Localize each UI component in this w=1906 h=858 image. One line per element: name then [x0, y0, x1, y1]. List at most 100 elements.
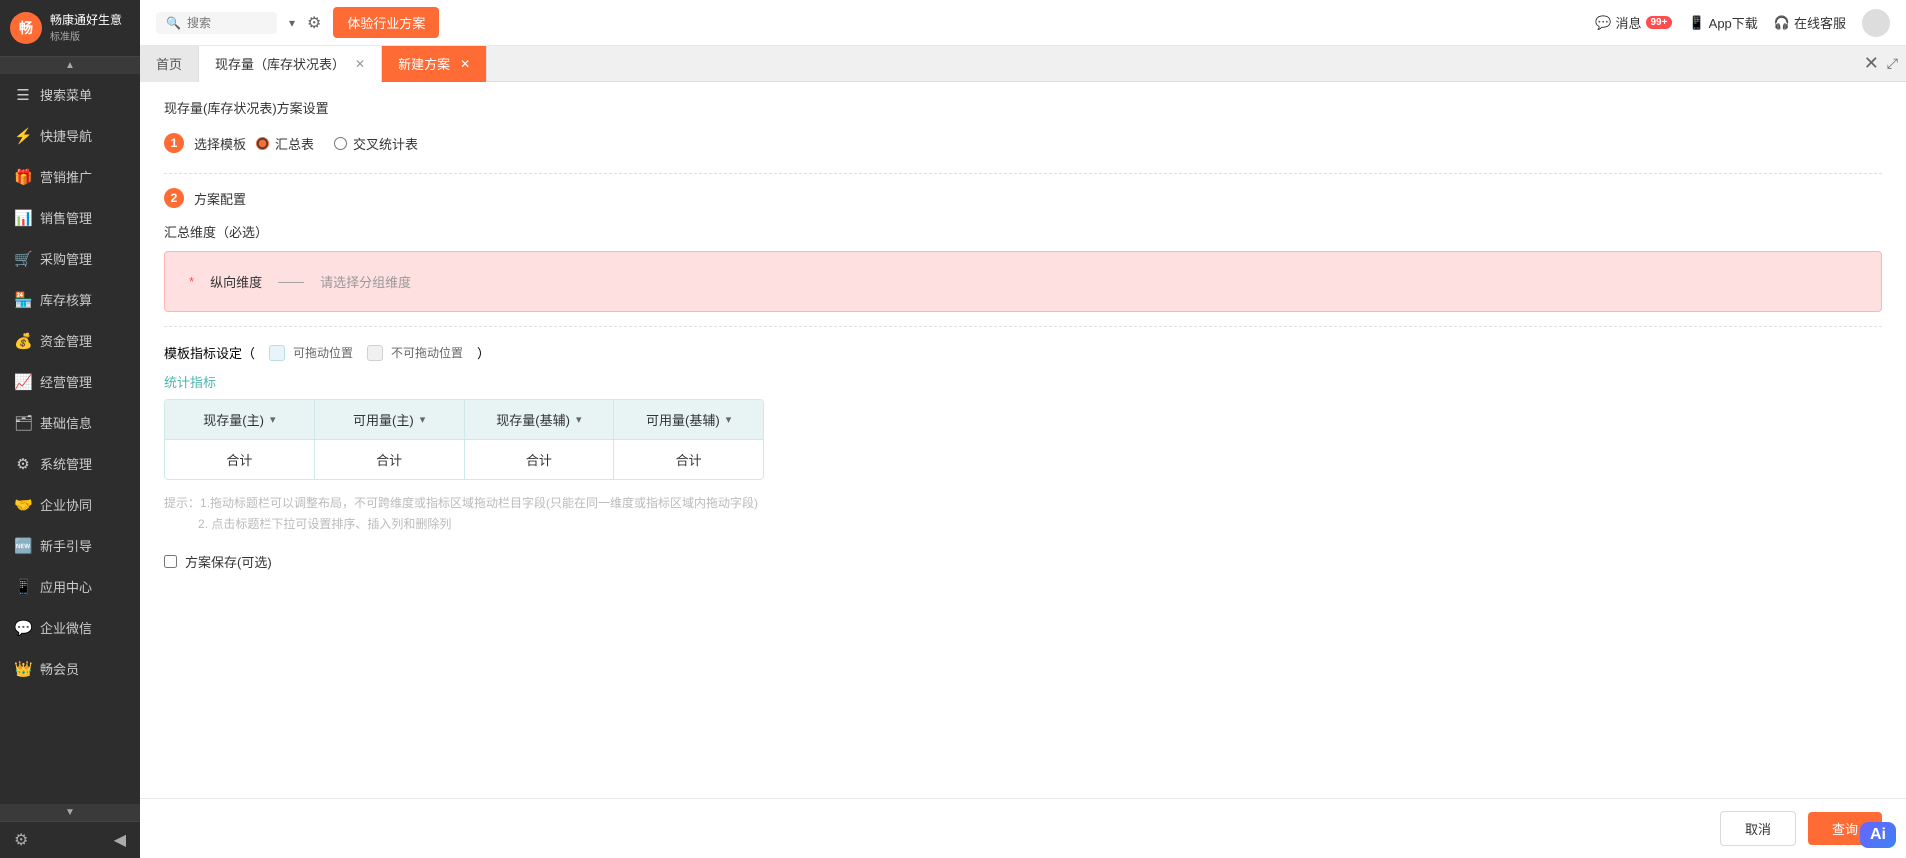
sidebar-settings-icon[interactable]: ⚙	[14, 830, 28, 850]
tabbar-close-icon[interactable]: ✕	[1864, 53, 1879, 74]
sidebar-item-快捷导航[interactable]: ⚡快捷导航	[0, 115, 140, 156]
topbar: 🔍 ▾ ⚙ 体验行业方案 💬 消息 99+ 📱 App下载 🎧 在线客服	[140, 0, 1906, 46]
sidebar-icon: ⚙	[14, 455, 32, 473]
tab-home[interactable]: 首页	[140, 46, 199, 82]
step2-section: 2 方案配置 汇总维度（必选） * 纵向维度 —— 请选择分组维度	[164, 188, 1882, 532]
message-badge: 99+	[1646, 16, 1673, 29]
tab-home-label: 首页	[156, 54, 182, 73]
industry-plan-button[interactable]: 体验行业方案	[333, 7, 439, 38]
topbar-message[interactable]: 💬 消息 99+	[1595, 13, 1672, 32]
sidebar-item-经营管理[interactable]: 📈经营管理	[0, 361, 140, 402]
sidebar-scroll-down[interactable]: ▼	[0, 804, 140, 821]
sidebar-item-label: 搜索菜单	[40, 85, 92, 104]
stat-body-col-3: 合计	[465, 440, 615, 479]
topbar-app-download[interactable]: 📱 App下载	[1688, 13, 1757, 32]
topbar-gear-icon[interactable]: ⚙	[307, 13, 321, 33]
sidebar-item-库存核算[interactable]: 🏪库存核算	[0, 279, 140, 320]
col1-arrow-icon[interactable]: ▾	[270, 413, 276, 426]
stat-table-header: 现存量(主) ▾ 可用量(主) ▾ 现存量(基辅) ▾	[165, 400, 763, 439]
tabbar-expand-icon[interactable]: ⤢	[1887, 55, 1898, 72]
dim-required-mark: *	[189, 274, 194, 289]
legend-fixed-box	[367, 345, 383, 361]
dim-placeholder[interactable]: 请选择分组维度	[320, 272, 411, 291]
logo-icon: 畅	[10, 12, 42, 44]
sidebar-item-企业协同[interactable]: 🤝企业协同	[0, 484, 140, 525]
step1-badge: 1	[164, 133, 184, 153]
col4-arrow-icon[interactable]: ▾	[726, 413, 732, 426]
radio-summary-label: 汇总表	[275, 134, 314, 153]
radio-summary-input[interactable]	[256, 137, 269, 150]
tab-inventory[interactable]: 现存量（库存状况表） ✕	[199, 46, 382, 82]
tab-inventory-label: 现存量（库存状况表）	[215, 54, 345, 73]
topbar-customer-service[interactable]: 🎧 在线客服	[1774, 13, 1846, 32]
sidebar-item-资金管理[interactable]: 💰资金管理	[0, 320, 140, 361]
sidebar-icon: 🤝	[14, 496, 32, 514]
logo-text: 畅康通好生意 标准版	[50, 13, 122, 44]
legend-draggable-box	[269, 345, 285, 361]
stat-col-3[interactable]: 现存量(基辅) ▾	[465, 400, 615, 439]
sidebar-item-搜索菜单[interactable]: ☰ 搜索菜单	[0, 74, 140, 115]
sidebar-item-企业微信[interactable]: 💬企业微信	[0, 607, 140, 648]
stat-col-1[interactable]: 现存量(主) ▾	[165, 400, 315, 439]
sidebar: 畅 畅康通好生意 标准版 ▲ ☰ 搜索菜单 ⚡快捷导航🎁营销推广 📊 销售管理 🛒采购管理…	[0, 0, 140, 858]
sidebar-item-label: 系统管理	[40, 454, 92, 473]
save-option-checkbox[interactable]	[164, 555, 177, 568]
search-box[interactable]: 🔍	[156, 12, 277, 34]
body-col1-val: 合计	[226, 450, 252, 469]
avatar	[1862, 9, 1890, 37]
topbar-dropdown-icon[interactable]: ▾	[289, 16, 295, 30]
sidebar-item-新手引导[interactable]: 🆕新手引导	[0, 525, 140, 566]
save-option-label: 方案保存(可选)	[185, 552, 272, 571]
radio-cross[interactable]: 交叉统计表	[334, 134, 418, 153]
tab-new-plan-close[interactable]: ✕	[460, 57, 470, 71]
stat-indicator-label: 统计指标	[164, 372, 1882, 391]
radio-summary[interactable]: 汇总表	[256, 134, 314, 153]
topbar-user[interactable]	[1862, 9, 1890, 37]
divider-2	[164, 326, 1882, 327]
sidebar-icon: ☰	[14, 86, 32, 104]
sidebar-item-销售管理[interactable]: 📊 销售管理	[0, 197, 140, 238]
content-area: 现存量(库存状况表)方案设置 1 选择模板 汇总表 交叉统计表	[140, 82, 1906, 798]
step1-header: 1 选择模板 汇总表 交叉统计表	[164, 133, 1882, 153]
stat-body-col-1: 合计	[165, 440, 315, 479]
sidebar-icon: 🗂	[14, 414, 32, 432]
sidebar-icon: 👑	[14, 660, 32, 678]
sidebar-item-label: 销售管理	[40, 208, 92, 227]
content-inner: 现存量(库存状况表)方案设置 1 选择模板 汇总表 交叉统计表	[140, 82, 1906, 798]
sidebar-item-应用中心[interactable]: 📱应用中心	[0, 566, 140, 607]
footer-bar: 取消 查询	[140, 798, 1906, 858]
sidebar-scroll-up[interactable]: ▲	[0, 57, 140, 74]
tab-new-plan[interactable]: 新建方案 ✕	[382, 46, 487, 82]
sidebar-icon: 💰	[14, 332, 32, 350]
config-section: 汇总维度（必选） * 纵向维度 —— 请选择分组维度	[164, 222, 1882, 312]
topbar-right: 💬 消息 99+ 📱 App下载 🎧 在线客服	[1595, 9, 1890, 37]
radio-cross-input[interactable]	[334, 137, 347, 150]
stat-col-2[interactable]: 可用量(主) ▾	[315, 400, 465, 439]
tabbar: 首页 现存量（库存状况表） ✕ 新建方案 ✕ ✕ ⤢	[140, 46, 1906, 82]
sidebar-item-label: 经营管理	[40, 372, 92, 391]
sidebar-item-label: 基础信息	[40, 413, 92, 432]
sidebar-item-畅会员[interactable]: 👑 畅会员	[0, 648, 140, 689]
sidebar-item-基础信息[interactable]: 🗂 基础信息	[0, 402, 140, 443]
message-label: 消息	[1615, 13, 1641, 32]
cancel-button[interactable]: 取消	[1720, 811, 1796, 846]
hint2-text: 2. 点击标题栏下拉可设置排序、插入列和删除列	[198, 515, 1882, 532]
col3-title: 现存量(基辅)	[496, 410, 570, 429]
sidebar-collapse-icon[interactable]: ◀	[114, 830, 126, 850]
search-input[interactable]	[187, 16, 267, 30]
dimension-box: * 纵向维度 —— 请选择分组维度	[164, 251, 1882, 312]
col2-arrow-icon[interactable]: ▾	[420, 413, 426, 426]
sidebar-icon: 📊	[14, 209, 32, 227]
sidebar-icon: 🎁	[14, 168, 32, 186]
sidebar-item-系统管理[interactable]: ⚙ 系统管理	[0, 443, 140, 484]
message-icon: 💬	[1595, 15, 1611, 31]
hint-prefix-label: 提示：	[164, 496, 200, 510]
divider-1	[164, 173, 1882, 174]
ai-badge[interactable]: Ai	[1860, 822, 1896, 848]
tab-inventory-close[interactable]: ✕	[355, 57, 365, 71]
sidebar-item-采购管理[interactable]: 🛒采购管理	[0, 238, 140, 279]
sidebar-item-营销推广[interactable]: 🎁营销推广	[0, 156, 140, 197]
stat-col-4[interactable]: 可用量(基辅) ▾	[614, 400, 763, 439]
sidebar-item-label: 畅会员	[40, 659, 79, 678]
col3-arrow-icon[interactable]: ▾	[576, 413, 582, 426]
